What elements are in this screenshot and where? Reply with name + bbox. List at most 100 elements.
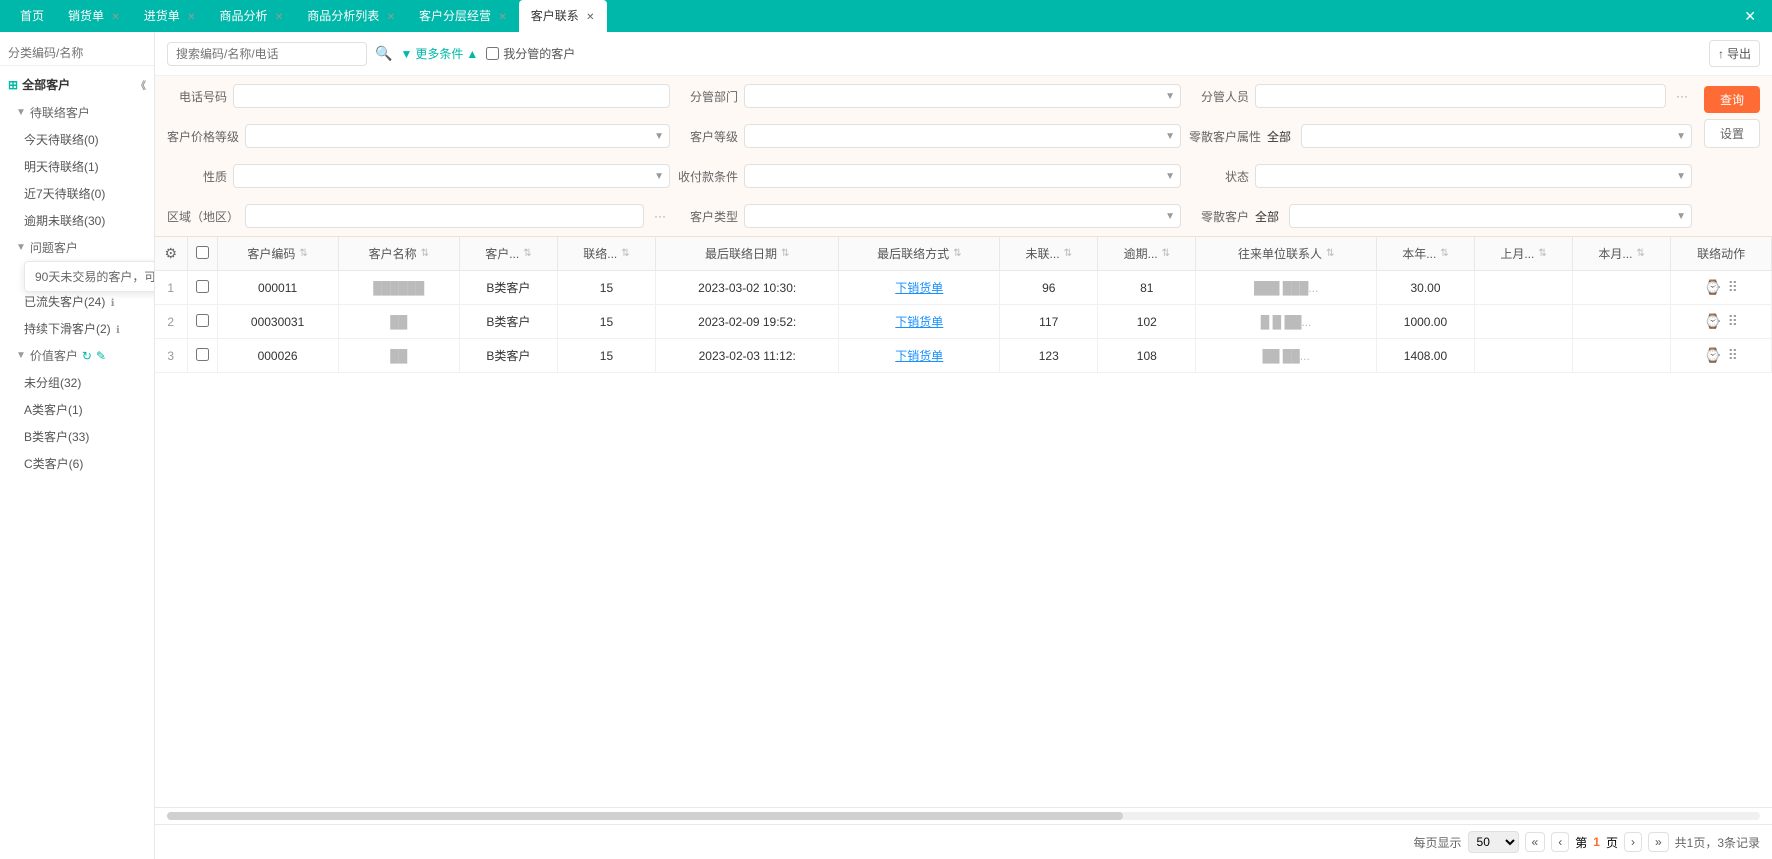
col-checkbox[interactable] [187, 237, 217, 271]
cell-checkbox[interactable] [187, 271, 217, 305]
page-size-label: 每页显示 [1414, 834, 1462, 851]
col-this-year[interactable]: 本年... ⇅ [1376, 237, 1474, 271]
col-last-month[interactable]: 上月... ⇅ [1475, 237, 1573, 271]
customer-type-select[interactable] [744, 204, 1181, 228]
nav-home[interactable]: 首页 [8, 0, 56, 32]
gender-select[interactable] [233, 164, 670, 188]
prev-page-button[interactable]: ‹ [1551, 832, 1569, 852]
sidebar-item-today[interactable]: 今天待联络(0) [0, 126, 154, 153]
action-contact-icon[interactable]: ⌚ [1704, 279, 1721, 296]
cell-checkbox[interactable] [187, 339, 217, 373]
last-page-button[interactable]: » [1648, 832, 1669, 852]
nav-purchase-close[interactable]: ✕ [187, 12, 195, 23]
nav-customer-segment-close[interactable]: ✕ [498, 12, 506, 23]
col-code[interactable]: 客户编码 ⇅ [217, 237, 338, 271]
sidebar-group-value[interactable]: ▼ 价值客户 ↻ ✎ [0, 342, 154, 369]
refresh-icon[interactable]: ↻ [82, 349, 92, 363]
sidebar-item-churned[interactable]: 已流失客户(24) ℹ [0, 288, 154, 315]
price-grade-select[interactable] [245, 124, 670, 148]
nav-customer-contact-close[interactable]: ✕ [586, 12, 594, 23]
col-uncontacted[interactable]: 未联... ⇅ [1000, 237, 1098, 271]
col-grade[interactable]: 客户... ⇅ [459, 237, 557, 271]
cell-last-method[interactable]: 下销货单 [839, 271, 1000, 305]
nav-sales[interactable]: 销货单 ✕ [56, 0, 132, 32]
sidebar-item-ungrouped[interactable]: 未分组(32) [0, 369, 154, 396]
nav-customer-segment[interactable]: 客户分层经营 ✕ [407, 0, 519, 32]
col-liaison[interactable]: 往来单位联系人 ⇅ [1196, 237, 1377, 271]
sidebar-group-pending[interactable]: ▼ 待联络客户 [0, 99, 154, 126]
sidebar-item-a-class[interactable]: A类客户(1) [0, 396, 154, 423]
settings-gear-icon[interactable]: ⚙ [164, 245, 177, 261]
settings-button[interactable]: 设置 [1704, 119, 1760, 148]
sidebar-search-input[interactable] [8, 46, 155, 60]
sidebar-item-declining[interactable]: 持续下滑客户(2) ℹ [0, 315, 154, 342]
col-overdue[interactable]: 逾期... ⇅ [1098, 237, 1196, 271]
my-customers-checkbox-label[interactable]: 我分管的客户 [486, 45, 575, 62]
edit-icon[interactable]: ✎ [96, 349, 106, 363]
dept-select[interactable] [744, 84, 1181, 108]
filter-row-1: 电话号码 分管部门 ▼ 分管人员 [167, 84, 1692, 108]
more-conditions-button[interactable]: ▼ 更多条件 ▲ [400, 45, 478, 62]
scroll-track[interactable] [167, 812, 1760, 820]
export-button[interactable]: ↑ 导出 [1709, 40, 1760, 67]
sidebar-item-b-class[interactable]: B类客户(33) [0, 423, 154, 450]
action-contact-icon[interactable]: ⌚ [1704, 313, 1721, 330]
status-select[interactable] [1255, 164, 1692, 188]
current-page: 1 [1593, 835, 1600, 849]
col-name[interactable]: 客户名称 ⇅ [338, 237, 459, 271]
payment-select[interactable] [744, 164, 1181, 188]
col-settings[interactable]: ⚙ [155, 237, 187, 271]
filter-gender-field: 性质 ▼ [167, 164, 670, 188]
sidebar-item-tomorrow[interactable]: 明天待联络(1) [0, 153, 154, 180]
cell-actions: ⌚ ⠿ [1671, 271, 1772, 305]
query-button[interactable]: 查询 [1704, 86, 1760, 113]
sidebar-item-c-class[interactable]: C类客户(6) [0, 450, 154, 477]
nav-analysis[interactable]: 商品分析 ✕ [208, 0, 296, 32]
zero-grade-select[interactable] [1301, 124, 1692, 148]
action-more-icon[interactable]: ⠿ [1728, 279, 1738, 296]
region-dots-icon[interactable]: ··· [650, 209, 670, 223]
cell-last-method[interactable]: 下销货单 [839, 339, 1000, 373]
page-size-select[interactable]: 50 100 200 [1468, 831, 1519, 853]
col-last-method[interactable]: 最后联络方式 ⇅ [839, 237, 1000, 271]
cell-last-date: 2023-02-03 11:12: [656, 339, 839, 373]
nav-purchase[interactable]: 进货单 ✕ [132, 0, 208, 32]
search-input[interactable] [167, 42, 367, 66]
sidebar-item-7days[interactable]: 近7天待联络(0) [0, 180, 154, 207]
first-page-button[interactable]: « [1525, 832, 1546, 852]
nav-analysis-list[interactable]: 商品分析列表 ✕ [295, 0, 407, 32]
nav-analysis-close[interactable]: ✕ [275, 12, 283, 23]
next-page-button[interactable]: › [1624, 832, 1642, 852]
search-button[interactable]: 🔍 [375, 45, 392, 62]
nav-customer-contact[interactable]: 客户联系 ✕ [519, 0, 607, 32]
action-more-icon[interactable]: ⠿ [1728, 313, 1738, 330]
person-dots-icon[interactable]: ··· [1672, 89, 1692, 103]
top-nav: 首页 销货单 ✕ 进货单 ✕ 商品分析 ✕ 商品分析列表 ✕ 客户分层经营 ✕ … [0, 0, 1772, 32]
window-close-button[interactable]: ✕ [1736, 8, 1764, 25]
select-all-checkbox[interactable] [196, 246, 209, 259]
sidebar-group-problem[interactable]: ▼ 问题客户 [0, 234, 154, 261]
col-this-month[interactable]: 本月... ⇅ [1573, 237, 1671, 271]
scroll-thumb[interactable] [167, 812, 1123, 820]
sort-icon-last-date: ⇅ [781, 248, 789, 259]
action-contact-icon[interactable]: ⌚ [1704, 347, 1721, 364]
nav-analysis-list-close[interactable]: ✕ [387, 12, 395, 23]
my-customers-checkbox[interactable] [486, 47, 499, 60]
action-more-icon[interactable]: ⠿ [1728, 347, 1738, 364]
filter-person-field: 分管人员 ··· [1189, 84, 1692, 108]
cell-last-method[interactable]: 下销货单 [839, 305, 1000, 339]
cell-checkbox[interactable] [187, 305, 217, 339]
col-contact[interactable]: 联络... ⇅ [557, 237, 655, 271]
customer-table: ⚙ 客户编码 ⇅ 客户名称 [155, 237, 1772, 373]
gender-select-wrapper: ▼ [233, 164, 670, 188]
nav-sales-close[interactable]: ✕ [111, 12, 119, 23]
zero-customer-select[interactable] [1289, 204, 1692, 228]
grade-select[interactable] [744, 124, 1181, 148]
region-input[interactable] [245, 204, 644, 228]
person-input[interactable] [1255, 84, 1666, 108]
phone-input[interactable] [233, 84, 670, 108]
horizontal-scroll-area[interactable] [155, 807, 1772, 824]
col-last-date[interactable]: 最后联络日期 ⇅ [656, 237, 839, 271]
sidebar-all-customers[interactable]: ⊞ 全部客户 《 [0, 70, 154, 99]
sidebar-item-overdue[interactable]: 逾期未联络(30) [0, 207, 154, 234]
